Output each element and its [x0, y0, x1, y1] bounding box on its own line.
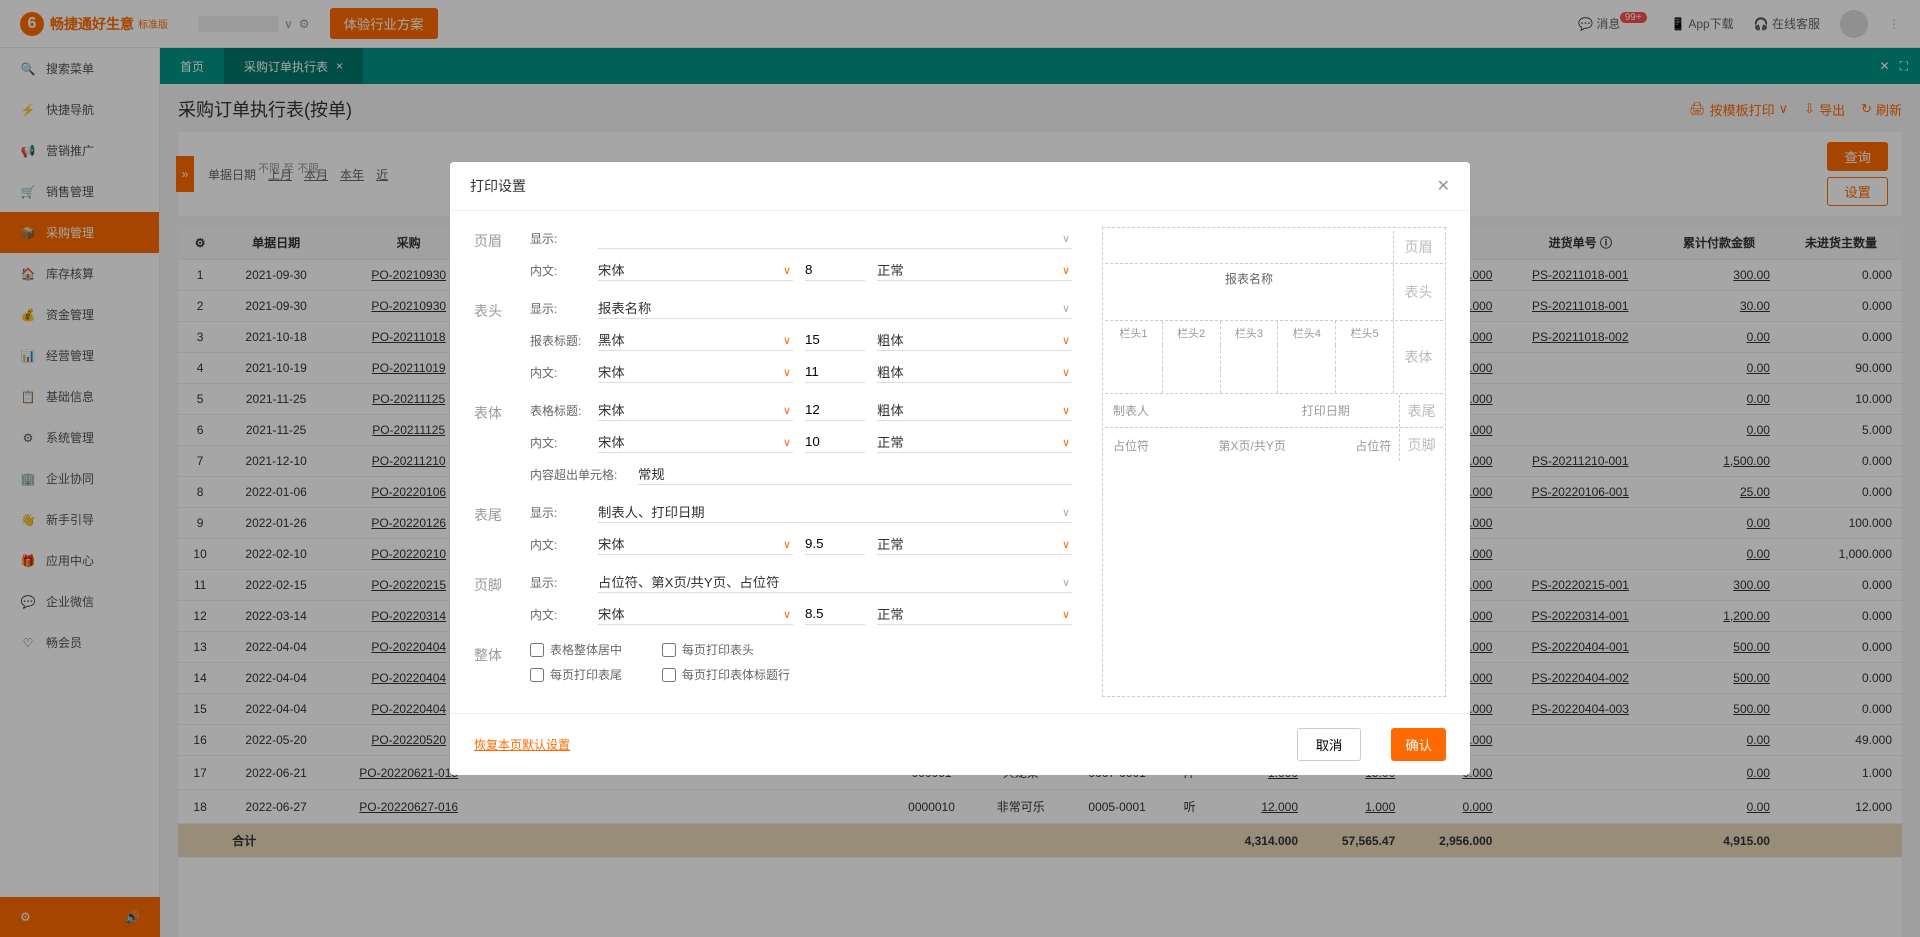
check-print-head[interactable]: 每页打印表头: [662, 641, 754, 658]
footer-size-input[interactable]: [805, 603, 865, 625]
check-center[interactable]: 表格整体居中: [530, 641, 622, 658]
modal-title: 打印设置: [470, 176, 526, 196]
modal-mask[interactable]: 打印设置 ✕ 页眉 显示: ∨ 内文:: [0, 0, 1920, 937]
section-thead-label: 表头: [474, 297, 514, 393]
modal-form: 页眉 显示: ∨ 内文: ∨ ∨: [474, 227, 1072, 697]
thead-show-select[interactable]: [598, 297, 1072, 319]
modal-header: 打印设置 ✕: [450, 162, 1470, 211]
thead-text-size-input[interactable]: [805, 361, 865, 383]
tfoot-font-select[interactable]: [598, 533, 793, 555]
thead-text-weight-select[interactable]: [877, 361, 1072, 383]
tbody-text-weight-select[interactable]: [877, 431, 1072, 453]
section-footer-label: 页脚: [474, 571, 514, 635]
header-font-select[interactable]: [598, 259, 793, 281]
print-preview: 页眉 报表名称 表头 栏头1 栏头2: [1102, 227, 1446, 697]
section-header-label: 页眉: [474, 227, 514, 291]
tfoot-weight-select[interactable]: [877, 533, 1072, 555]
thead-title-weight-select[interactable]: [877, 329, 1072, 351]
tbody-text-font-select[interactable]: [598, 431, 793, 453]
footer-weight-select[interactable]: [877, 603, 1072, 625]
footer-font-select[interactable]: [598, 603, 793, 625]
footer-show-select[interactable]: [598, 571, 1072, 593]
thead-text-font-select[interactable]: [598, 361, 793, 383]
section-overall-label: 整体: [474, 641, 514, 691]
tbody-title-font-select[interactable]: [598, 399, 793, 421]
close-icon[interactable]: ✕: [1437, 176, 1450, 196]
tfoot-size-input[interactable]: [805, 533, 865, 555]
reset-defaults-link[interactable]: 恢复本页默认设置: [474, 736, 570, 753]
cancel-button[interactable]: 取消: [1297, 728, 1362, 761]
tbody-text-size-input[interactable]: [805, 431, 865, 453]
tfoot-show-select[interactable]: [598, 501, 1072, 523]
overflow-select[interactable]: [638, 463, 1072, 485]
thead-title-size-input[interactable]: [805, 329, 865, 351]
section-tfoot-label: 表尾: [474, 501, 514, 565]
tbody-title-weight-select[interactable]: [877, 399, 1072, 421]
confirm-button[interactable]: 确认: [1391, 728, 1446, 761]
section-tbody-label: 表体: [474, 399, 514, 495]
header-weight-select[interactable]: [877, 259, 1072, 281]
modal-footer: 恢复本页默认设置 取消 确认: [450, 713, 1470, 775]
check-print-foot[interactable]: 每页打印表尾: [530, 666, 622, 683]
header-size-input[interactable]: [805, 259, 865, 281]
print-settings-modal: 打印设置 ✕ 页眉 显示: ∨ 内文:: [450, 162, 1470, 775]
thead-title-font-select[interactable]: [598, 329, 793, 351]
check-print-title-row[interactable]: 每页打印表体标题行: [662, 666, 790, 683]
header-show-select[interactable]: [598, 227, 1072, 249]
tbody-title-size-input[interactable]: [805, 399, 865, 421]
